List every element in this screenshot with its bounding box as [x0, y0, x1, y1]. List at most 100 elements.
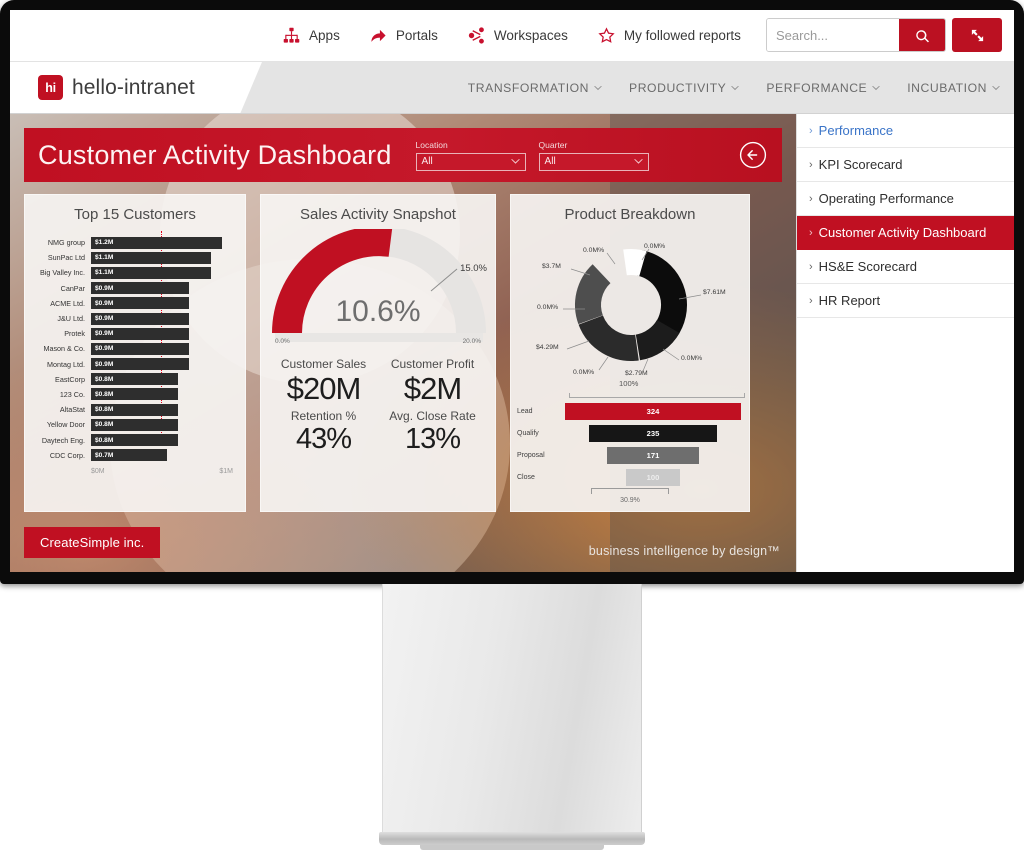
- slicer-quarter-value: All: [544, 156, 556, 167]
- bar-category-label: NMG group: [47, 238, 85, 248]
- funnel-value-label: 324: [646, 406, 660, 416]
- nav-link-workspaces[interactable]: Workspaces: [468, 27, 568, 44]
- bar-category-label: Mason & Co.: [43, 344, 85, 354]
- bar-category-label: EastCorp: [55, 374, 85, 384]
- nav-item-productivity[interactable]: PRODUCTIVITY: [629, 81, 740, 95]
- bar-row: SunPac Ltd $1.1M: [29, 250, 233, 265]
- donut-chart-product-breakdown: $7.61M 0.0M% $2.79M 0.0M% $4.29M 0.0M% $…: [511, 229, 749, 389]
- bar-fill: $0.9M: [91, 297, 190, 310]
- donut-label-9: 0.0M%: [644, 243, 666, 250]
- funnel-stage-label: Qualify: [517, 429, 539, 437]
- funnel-row: Qualify 235: [517, 422, 743, 444]
- content-row: Customer Activity Dashboard Location All: [10, 114, 1014, 572]
- kpi-retention: Retention % 43%: [269, 409, 378, 456]
- bar-category-label: CDC Corp.: [49, 450, 85, 460]
- slicer-location-dropdown[interactable]: All: [415, 152, 526, 171]
- report-list-item-5[interactable]: › HR Report: [797, 284, 1014, 318]
- report-list-item-label: HR Report: [818, 293, 881, 308]
- report-list-item-3[interactable]: › Customer Activity Dashboard: [797, 216, 1014, 250]
- bar-value-label: $1.1M: [95, 254, 114, 262]
- main-nav-menu: TRANSFORMATION PRODUCTIVITY PERFORMANCE …: [468, 62, 1000, 113]
- funnel-row: Close 100: [517, 466, 743, 488]
- donut-label-7: $3.7M: [542, 263, 561, 270]
- bar-track: $0.7M: [91, 449, 233, 462]
- nav-link-my-followed-reports[interactable]: My followed reports: [598, 27, 741, 44]
- brand-logo[interactable]: hi hello-intranet: [38, 75, 195, 100]
- bar-fill: $0.7M: [91, 449, 168, 462]
- dashboard-canvas: Customer Activity Dashboard Location All: [10, 114, 796, 572]
- bar-value-label: $0.9M: [95, 284, 114, 292]
- donut-label-5: $4.29M: [536, 344, 559, 351]
- kpi-avg-close-rate-label: Avg. Close Rate: [389, 409, 476, 423]
- tagline: business intelligence by design™: [588, 544, 780, 558]
- nav-item-incubation[interactable]: INCUBATION: [907, 81, 1000, 95]
- panel-top-customers-title: Top 15 Customers: [74, 206, 196, 223]
- brand-mark-icon: hi: [38, 75, 63, 100]
- report-list-item-4[interactable]: › HS&E Scorecard: [797, 250, 1014, 284]
- funnel-bottom-bracket: [591, 488, 669, 494]
- monitor-bezel: Apps Portals Workspaces My followed repo…: [0, 0, 1024, 584]
- monitor-stand-base: [379, 832, 645, 845]
- nav-link-portals[interactable]: Portals: [370, 27, 438, 44]
- bar-fill: $1.2M: [91, 236, 223, 249]
- bar-track: $0.8M: [91, 388, 233, 401]
- bar-category-label: Protek: [64, 329, 85, 339]
- report-list-item-label: Operating Performance: [818, 191, 954, 206]
- bar-row: 123 Co. $0.8M: [29, 387, 233, 402]
- nav-item-performance[interactable]: PERFORMANCE: [766, 81, 881, 95]
- nav-item-performance-label: PERFORMANCE: [766, 81, 868, 95]
- fullscreen-button[interactable]: [952, 18, 1002, 52]
- report-list-item-2[interactable]: › Operating Performance: [797, 182, 1014, 216]
- search-input[interactable]: [767, 19, 899, 51]
- slicer-quarter-dropdown[interactable]: All: [538, 152, 649, 171]
- gauge-max-label: 20.0%: [462, 338, 481, 345]
- funnel-row: Lead 324: [517, 400, 743, 422]
- top-utility-bar: Apps Portals Workspaces My followed repo…: [10, 10, 1014, 62]
- arrow-left-circle-icon: [739, 141, 767, 169]
- bar-row: Mason & Co. $0.9M: [29, 341, 233, 356]
- bar-row: AltaStat $0.8M: [29, 402, 233, 417]
- bar-fill: $0.9M: [91, 282, 190, 295]
- bar-value-label: $0.9M: [95, 345, 114, 353]
- monitor-screen: Apps Portals Workspaces My followed repo…: [10, 10, 1014, 572]
- gauge-sales-activity: 10.6% 15.0% 0.0% 20.0%: [261, 229, 495, 347]
- kpi-customer-profit-value: $2M: [403, 371, 462, 406]
- expand-icon: [971, 29, 983, 41]
- funnel-bar: 100: [625, 468, 681, 486]
- bar-value-label: $0.8M: [95, 390, 114, 398]
- nav-link-workspaces-label: Workspaces: [493, 28, 568, 43]
- kpi-avg-close-rate: Avg. Close Rate 13%: [378, 409, 487, 456]
- bar-category-label: Daytech Eng.: [41, 435, 85, 445]
- nav-link-apps[interactable]: Apps: [283, 27, 340, 44]
- bar-track: $0.8M: [91, 373, 233, 386]
- kpi-customer-sales-label: Customer Sales: [280, 357, 367, 371]
- kpi-retention-value: 43%: [295, 423, 352, 455]
- report-list-item-1[interactable]: › KPI Scorecard: [797, 148, 1014, 182]
- bar-fill: $0.8M: [91, 434, 179, 447]
- funnel-stage-label: Proposal: [517, 451, 545, 459]
- bar-category-label: AltaStat: [59, 405, 85, 415]
- chevron-right-icon: ›: [809, 192, 813, 205]
- bar-category-label: Yellow Door: [46, 420, 85, 430]
- createsimple-badge: CreateSimple inc.: [24, 527, 161, 558]
- bar-row: CDC Corp. $0.7M: [29, 448, 233, 463]
- kpi-customer-sales: Customer Sales $20M: [269, 357, 378, 407]
- bar-track: $1.2M: [91, 236, 233, 249]
- report-list-item-label: HS&E Scorecard: [818, 259, 917, 274]
- report-list-item-0[interactable]: › Performance: [797, 114, 1014, 148]
- bar-track: $0.8M: [91, 418, 233, 431]
- bar-row: Big Valley Inc. $1.1M: [29, 265, 233, 280]
- page-title: Customer Activity Dashboard: [38, 139, 392, 170]
- back-button[interactable]: [738, 140, 768, 170]
- bar-value-label: $0.9M: [95, 330, 114, 338]
- nav-link-my-followed-reports-label: My followed reports: [623, 28, 741, 43]
- bar-category-label: SunPac Ltd: [47, 253, 85, 263]
- nav-link-apps-label: Apps: [309, 28, 340, 43]
- search-area: [766, 18, 1002, 52]
- panel-product-breakdown-title: Product Breakdown: [564, 206, 696, 223]
- gauge-value: 10.6%: [335, 295, 421, 328]
- nav-item-transformation[interactable]: TRANSFORMATION: [468, 81, 603, 95]
- kpi-customer-sales-value: $20M: [286, 371, 362, 406]
- panel-sales-activity: Sales Activity Snapshot 10.6% 15.0% 0.0%…: [260, 194, 496, 512]
- search-button[interactable]: [899, 19, 945, 51]
